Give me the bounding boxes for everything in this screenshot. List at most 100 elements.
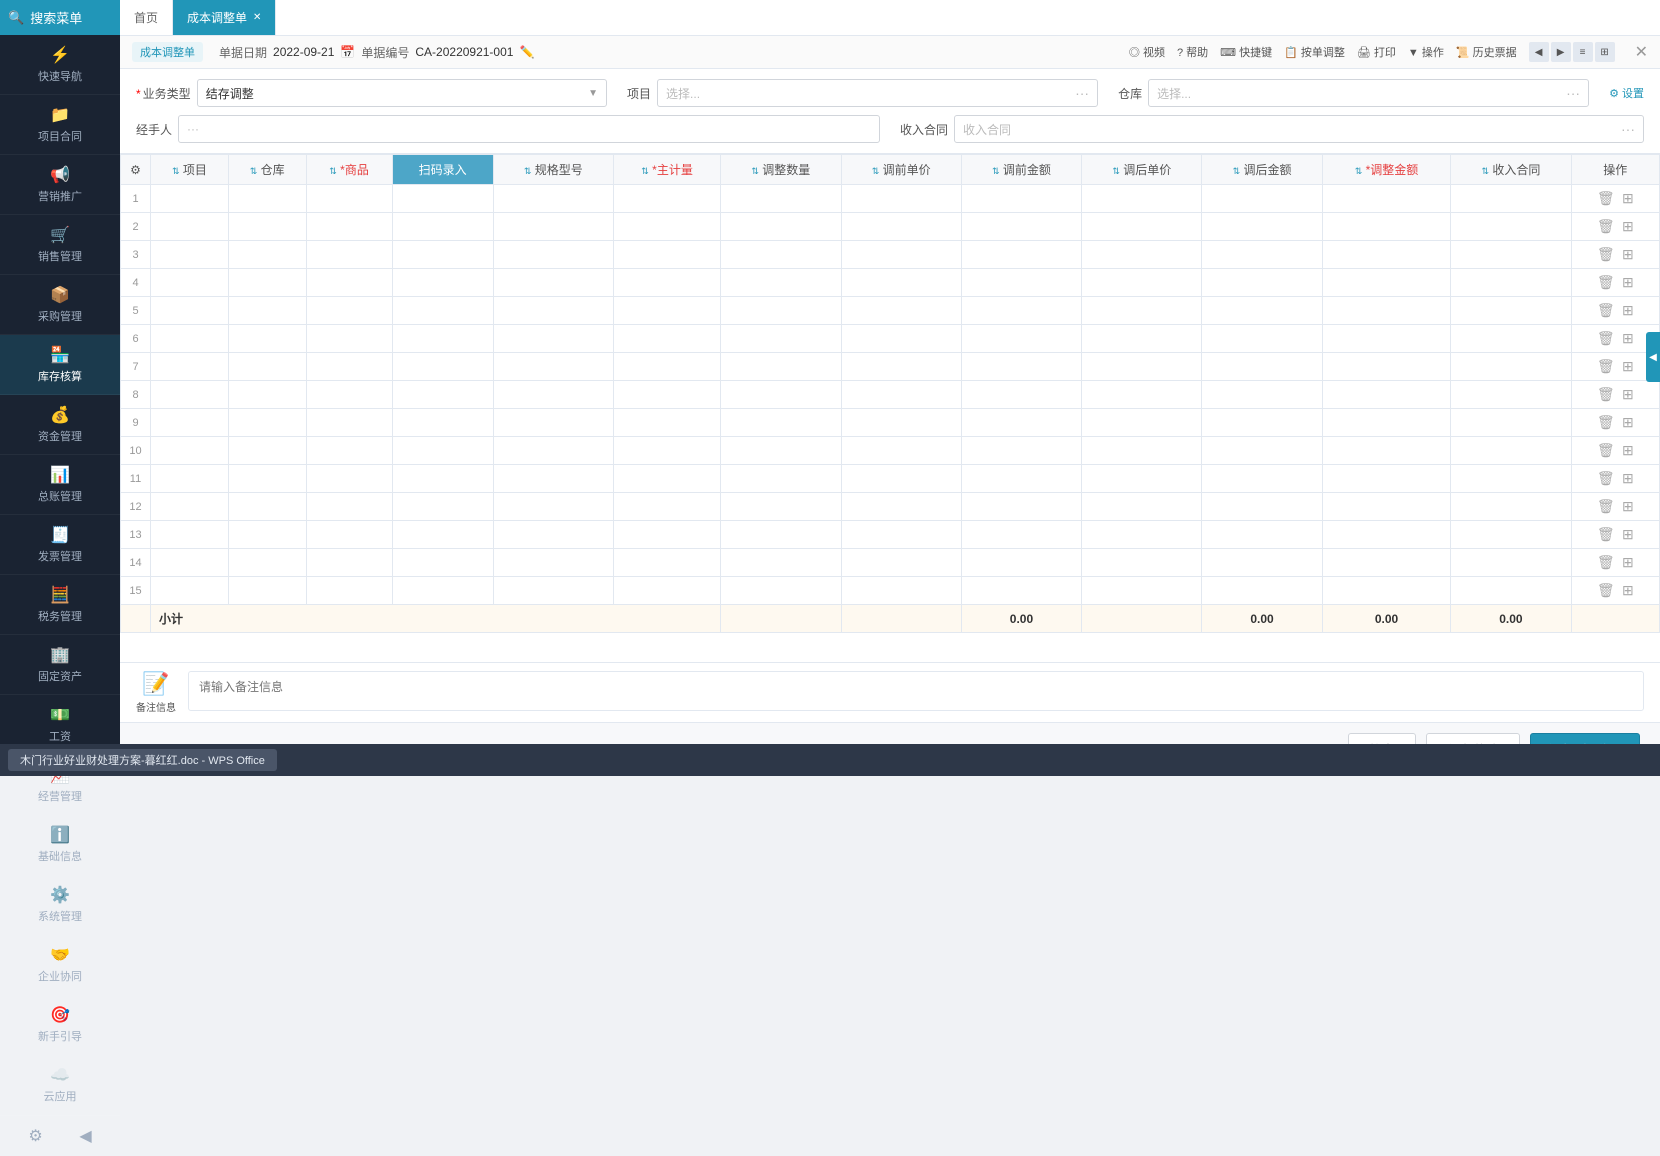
cell-warehouse[interactable] <box>228 521 306 549</box>
cell-prev-amount[interactable] <box>961 577 1081 605</box>
cell-adj-amount[interactable] <box>1322 241 1451 269</box>
cell-after-amount[interactable] <box>1202 409 1322 437</box>
taskbar-item[interactable]: 木门行业好业财处理方案-暮红红.doc - WPS Office <box>8 749 277 771</box>
delete-icon[interactable]: 🗑 <box>1597 358 1615 374</box>
cell-scan[interactable] <box>392 213 493 241</box>
tab-cost-adjust[interactable]: 成本调整单 ✕ <box>173 0 276 35</box>
cell-product[interactable] <box>306 325 392 353</box>
settings-action[interactable]: ⚙ 设置 <box>1609 85 1644 101</box>
cell-prev-amount[interactable] <box>961 381 1081 409</box>
cell-income-contract[interactable] <box>1451 465 1571 493</box>
copy-icon[interactable]: ⊞ <box>1622 554 1634 570</box>
delete-icon[interactable]: 🗑 <box>1597 246 1615 262</box>
cell-prev-price[interactable] <box>841 381 961 409</box>
cell-project[interactable] <box>151 185 229 213</box>
cell-adj-qty[interactable] <box>721 325 841 353</box>
col-project[interactable]: ⇅ 项目 <box>151 155 229 185</box>
cell-after-amount[interactable] <box>1202 577 1322 605</box>
cell-unit[interactable] <box>613 465 720 493</box>
sidebar-item-funds-mgmt[interactable]: 💰 资金管理 <box>0 395 120 455</box>
cell-income-contract[interactable] <box>1451 549 1571 577</box>
cell-project[interactable] <box>151 549 229 577</box>
cell-prev-amount[interactable] <box>961 521 1081 549</box>
cell-spec[interactable] <box>493 269 613 297</box>
sidebar-item-fixed-assets[interactable]: 🏢 固定资产 <box>0 635 120 695</box>
col-spec[interactable]: ⇅ 规格型号 <box>493 155 613 185</box>
cell-warehouse[interactable] <box>228 297 306 325</box>
cell-spec[interactable] <box>493 213 613 241</box>
cell-adj-qty[interactable] <box>721 465 841 493</box>
cell-spec[interactable] <box>493 521 613 549</box>
cell-scan[interactable] <box>392 465 493 493</box>
cell-product[interactable] <box>306 241 392 269</box>
cell-adj-qty[interactable] <box>721 577 841 605</box>
cell-unit[interactable] <box>613 549 720 577</box>
cell-prev-amount[interactable] <box>961 185 1081 213</box>
sidebar-item-ledger-mgmt[interactable]: 📊 总账管理 <box>0 455 120 515</box>
cell-income-contract[interactable] <box>1451 437 1571 465</box>
cell-prev-price[interactable] <box>841 325 961 353</box>
cell-warehouse[interactable] <box>228 465 306 493</box>
view-action[interactable]: ◎ 视频 <box>1129 44 1165 60</box>
cell-income-contract[interactable] <box>1451 353 1571 381</box>
cell-product[interactable] <box>306 409 392 437</box>
tab-close-icon[interactable]: ✕ <box>253 12 261 23</box>
delete-icon[interactable]: 🗑 <box>1597 386 1615 402</box>
delete-icon[interactable]: 🗑 <box>1597 526 1615 542</box>
cell-after-amount[interactable] <box>1202 213 1322 241</box>
cell-adj-qty[interactable] <box>721 521 841 549</box>
cell-product[interactable] <box>306 297 392 325</box>
sidebar-item-sales-mgmt[interactable]: 🛒 销售管理 <box>0 215 120 275</box>
cell-unit[interactable] <box>613 353 720 381</box>
note-input[interactable] <box>188 671 1644 711</box>
col-product[interactable]: ⇅ *商品 <box>306 155 392 185</box>
cell-adj-qty[interactable] <box>721 493 841 521</box>
copy-icon[interactable]: ⊞ <box>1622 190 1634 206</box>
cell-after-price[interactable] <box>1082 521 1202 549</box>
right-sidebar-handle[interactable]: ◀ <box>1646 332 1660 382</box>
cell-after-amount[interactable] <box>1202 185 1322 213</box>
cell-adj-amount[interactable] <box>1322 409 1451 437</box>
cell-unit[interactable] <box>613 297 720 325</box>
copy-icon[interactable]: ⊞ <box>1622 386 1634 402</box>
cell-spec[interactable] <box>493 353 613 381</box>
cell-income-contract[interactable] <box>1451 325 1571 353</box>
cell-income-contract[interactable] <box>1451 577 1571 605</box>
cell-income-contract[interactable] <box>1451 297 1571 325</box>
history-action[interactable]: 📜 历史票据 <box>1456 44 1517 60</box>
cell-prev-amount[interactable] <box>961 549 1081 577</box>
cell-after-amount[interactable] <box>1202 381 1322 409</box>
cell-after-price[interactable] <box>1082 297 1202 325</box>
cell-warehouse[interactable] <box>228 409 306 437</box>
cell-after-amount[interactable] <box>1202 297 1322 325</box>
cell-prev-price[interactable] <box>841 269 961 297</box>
cell-product[interactable] <box>306 437 392 465</box>
cell-warehouse[interactable] <box>228 325 306 353</box>
col-adj-qty[interactable]: ⇅ 调整数量 <box>721 155 841 185</box>
income-contract-input[interactable]: 收入合同 ··· <box>954 115 1644 143</box>
cell-adj-qty[interactable] <box>721 185 841 213</box>
cell-prev-amount[interactable] <box>961 353 1081 381</box>
cell-prev-price[interactable] <box>841 353 961 381</box>
cell-product[interactable] <box>306 353 392 381</box>
copy-icon[interactable]: ⊞ <box>1622 358 1634 374</box>
copy-icon[interactable]: ⊞ <box>1622 470 1634 486</box>
tab-home[interactable]: 首页 <box>120 0 173 35</box>
cell-adj-qty[interactable] <box>721 549 841 577</box>
col-warehouse[interactable]: ⇅ 仓库 <box>228 155 306 185</box>
cell-prev-price[interactable] <box>841 185 961 213</box>
cell-after-price[interactable] <box>1082 213 1202 241</box>
cell-warehouse[interactable] <box>228 269 306 297</box>
cell-unit[interactable] <box>613 437 720 465</box>
cell-prev-price[interactable] <box>841 465 961 493</box>
cell-spec[interactable] <box>493 241 613 269</box>
cell-scan[interactable] <box>392 353 493 381</box>
sidebar-item-quick-nav[interactable]: ⚡ 快速导航 <box>0 35 120 95</box>
cell-warehouse[interactable] <box>228 577 306 605</box>
cell-adj-amount[interactable] <box>1322 577 1451 605</box>
cell-prev-amount[interactable] <box>961 409 1081 437</box>
copy-icon[interactable]: ⊞ <box>1622 442 1634 458</box>
cell-spec[interactable] <box>493 381 613 409</box>
cell-warehouse[interactable] <box>228 353 306 381</box>
cell-scan[interactable] <box>392 297 493 325</box>
